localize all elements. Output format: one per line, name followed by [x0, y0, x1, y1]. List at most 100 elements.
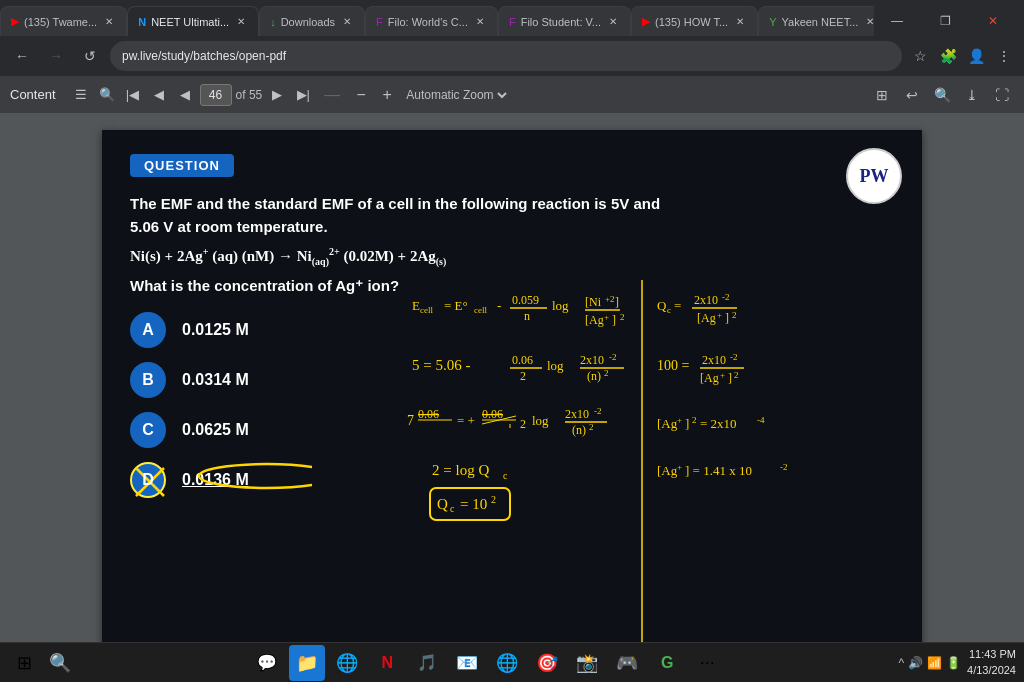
svg-text:[Ag: [Ag: [585, 313, 604, 327]
clock-time: 11:43 PM: [967, 647, 1016, 662]
tab-twame[interactable]: ▶ (135) Twame... ✕: [0, 6, 127, 36]
tab-favicon-5: F: [509, 16, 516, 28]
menu-button[interactable]: ⋮: [992, 44, 1016, 68]
pdf-next-page-button[interactable]: ◀: [174, 84, 196, 106]
tab-yakeen[interactable]: Y Yakeen NEET... ✕: [758, 6, 874, 36]
svg-text:log: log: [552, 298, 569, 313]
zoom-out-button[interactable]: −: [350, 84, 372, 106]
svg-text:c: c: [667, 305, 671, 315]
extension-button[interactable]: 🧩: [936, 44, 960, 68]
pdf-download-icon[interactable]: ⤓: [960, 83, 984, 107]
pdf-page: QUESTION PW The EMF and the standard EMF…: [102, 130, 922, 642]
taskbar-app-mail[interactable]: 📧: [449, 645, 485, 681]
svg-text:cell: cell: [420, 305, 433, 315]
pdf-spread-icon[interactable]: ⊞: [870, 83, 894, 107]
reload-button[interactable]: ↺: [76, 42, 104, 70]
taskbar-search-button[interactable]: 🔍: [44, 647, 76, 679]
tab-bar: ▶ (135) Twame... ✕ N NEET Ultimati... ✕ …: [0, 0, 1024, 36]
maximize-button[interactable]: ❐: [922, 6, 968, 36]
pdf-rotate-icon[interactable]: ↩: [900, 83, 924, 107]
taskbar-app-netflix[interactable]: N: [369, 645, 405, 681]
option-circle-b[interactable]: B: [130, 362, 166, 398]
pdf-menu-icon[interactable]: ☰: [70, 84, 92, 106]
back-button[interactable]: ←: [8, 42, 36, 70]
tab-close-6[interactable]: ✕: [733, 15, 747, 29]
forward-button[interactable]: →: [42, 42, 70, 70]
pdf-title: Content: [10, 87, 56, 102]
zoom-select[interactable]: Automatic Zoom: [402, 87, 510, 103]
tray-battery-icon[interactable]: 🔋: [946, 656, 961, 670]
option-text-c: 0.0625 M: [182, 421, 249, 439]
tab-close-4[interactable]: ✕: [473, 15, 487, 29]
svg-text:-4: -4: [757, 415, 765, 425]
pdf-search-icon[interactable]: 🔍: [96, 84, 118, 106]
pdf-first-page-button[interactable]: |◀: [122, 84, 144, 106]
bookmark-button[interactable]: ☆: [908, 44, 932, 68]
svg-text:+: +: [720, 370, 725, 380]
clock[interactable]: 11:43 PM 4/13/2024: [967, 647, 1016, 678]
close-button[interactable]: ✕: [970, 6, 1016, 36]
svg-text:+: +: [677, 415, 682, 425]
taskbar-app-more[interactable]: ···: [689, 645, 725, 681]
taskbar-app-chrome[interactable]: 🌐: [329, 645, 365, 681]
pdf-prev-page-button[interactable]: ◀: [148, 84, 170, 106]
tab-close-7[interactable]: ✕: [863, 15, 874, 29]
pdf-fullscreen-icon[interactable]: ⛶: [990, 83, 1014, 107]
tray-volume-icon[interactable]: 🔊: [908, 656, 923, 670]
svg-text:0.06: 0.06: [482, 407, 503, 421]
tab-close-5[interactable]: ✕: [606, 15, 620, 29]
taskbar-app-spotify[interactable]: 🎯: [529, 645, 565, 681]
svg-text:=: =: [674, 298, 681, 313]
pdf-forward-page-button[interactable]: ▶: [266, 84, 288, 106]
svg-text:]: ]: [615, 295, 619, 309]
pdf-search-right-icon[interactable]: 🔍: [930, 83, 954, 107]
taskbar-app-music[interactable]: 🎵: [409, 645, 445, 681]
question-reaction: Ni(s) + 2Ag+ (aq) (nM) → Ni(aq)2+ (0.02M…: [130, 244, 670, 269]
tab-title-1: (135) Twame...: [24, 16, 97, 28]
pdf-last-page-button[interactable]: ▶|: [292, 84, 314, 106]
svg-text:+: +: [717, 310, 722, 320]
taskbar-app-xbox[interactable]: 🎮: [609, 645, 645, 681]
window-controls: — ❐ ✕: [874, 6, 1024, 36]
zoom-in-button[interactable]: +: [376, 84, 398, 106]
option-circle-c[interactable]: C: [130, 412, 166, 448]
svg-text:-2: -2: [780, 462, 788, 472]
svg-text:= +: = +: [457, 413, 475, 428]
tab-favicon-3: ↓: [270, 16, 276, 28]
minimize-button[interactable]: —: [874, 6, 920, 36]
taskbar-app-game[interactable]: G: [649, 645, 685, 681]
tray-expand-icon[interactable]: ^: [898, 656, 904, 670]
tab-favicon-6: ▶: [642, 15, 650, 28]
tab-close-2[interactable]: ✕: [234, 15, 248, 29]
page-number-input[interactable]: [200, 84, 232, 106]
tab-how[interactable]: ▶ (135) HOW T... ✕: [631, 6, 758, 36]
pdf-content-area[interactable]: QUESTION PW The EMF and the standard EMF…: [0, 114, 1024, 642]
svg-text:= 10: = 10: [460, 496, 487, 512]
taskbar-app-camera[interactable]: 📸: [569, 645, 605, 681]
tab-neet[interactable]: N NEET Ultimati... ✕: [127, 6, 259, 36]
profile-button[interactable]: 👤: [964, 44, 988, 68]
taskbar-app-edge[interactable]: 🌐: [489, 645, 525, 681]
tab-filo1[interactable]: F Filo: World's C... ✕: [365, 6, 498, 36]
taskbar-app-chat[interactable]: 💬: [249, 645, 285, 681]
tab-close-3[interactable]: ✕: [340, 15, 354, 29]
tab-filo2[interactable]: F Filo Student: V... ✕: [498, 6, 631, 36]
svg-text:(n): (n): [587, 369, 601, 383]
svg-text:[Ag: [Ag: [657, 463, 678, 478]
svg-text:-2: -2: [722, 292, 730, 302]
address-input[interactable]: [110, 41, 902, 71]
svg-text:0.059: 0.059: [512, 293, 539, 307]
option-circle-a[interactable]: A: [130, 312, 166, 348]
tray-network-icon[interactable]: 📶: [927, 656, 942, 670]
pdf-right-tools: ⊞ ↩ 🔍 ⤓ ⛶: [870, 83, 1014, 107]
tab-title-7: Yakeen NEET...: [782, 16, 859, 28]
pw-logo-text: PW: [860, 166, 889, 187]
pdf-toolbar: Content ☰ 🔍 |◀ ◀ ◀ of 55 ▶ ▶| — − + Auto…: [0, 76, 1024, 114]
tab-downloads[interactable]: ↓ Downloads ✕: [259, 6, 365, 36]
svg-text:2: 2: [491, 494, 496, 505]
taskbar-app-explorer[interactable]: 📁: [289, 645, 325, 681]
tab-close-1[interactable]: ✕: [102, 15, 116, 29]
option-circle-d[interactable]: D: [130, 462, 166, 498]
start-button[interactable]: ⊞: [8, 647, 40, 679]
svg-text:Q: Q: [657, 298, 667, 313]
